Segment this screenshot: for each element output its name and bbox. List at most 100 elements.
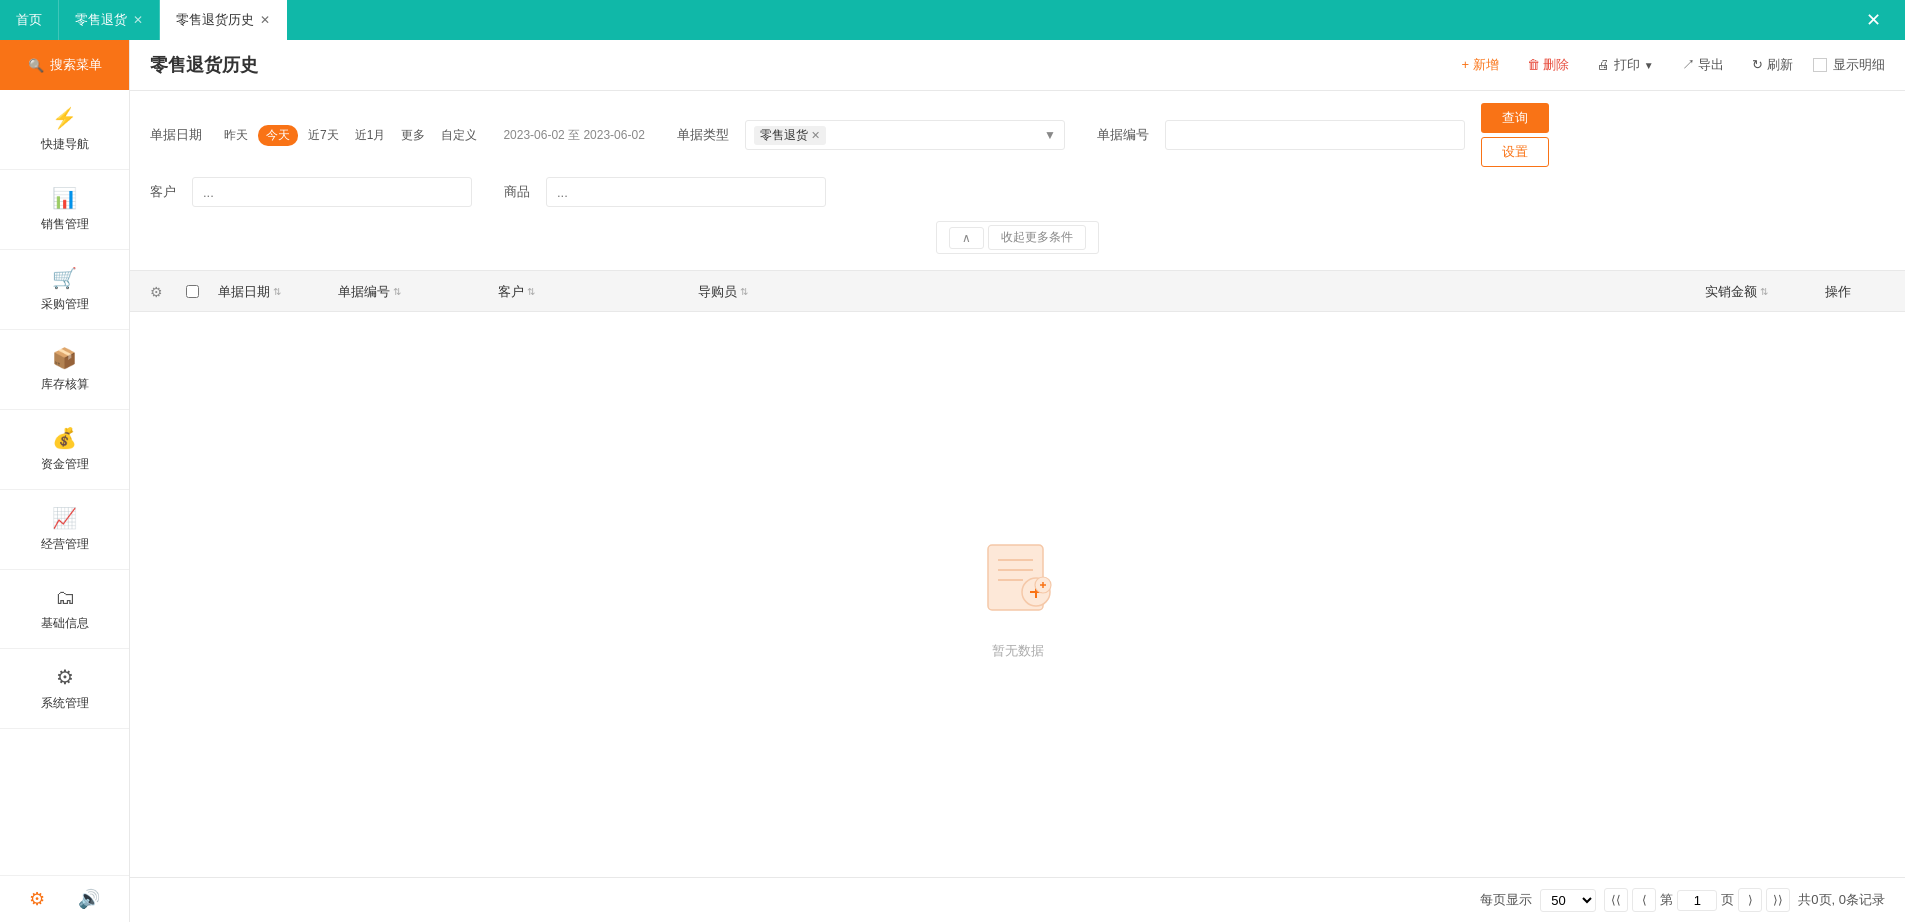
window-close-button[interactable]: ✕ <box>1858 5 1889 35</box>
sidebar-item-purchase[interactable]: 🛒 采购管理 <box>0 250 129 330</box>
collapse-label: 收起更多条件 <box>988 225 1086 250</box>
system-icon: ⚙ <box>56 665 74 689</box>
th-guide[interactable]: 导购员 ⇅ <box>690 283 1697 301</box>
customer-filter-label: 客户 <box>150 183 176 201</box>
top-bar-right: ✕ <box>1858 5 1905 35</box>
goods-filter-input[interactable] <box>546 177 826 207</box>
page-input[interactable] <box>1677 890 1717 911</box>
table-header: ⚙ 单据日期 ⇅ 单据编号 ⇅ 客户 ⇅ 导购员 <box>130 272 1905 312</box>
page-label: 第 <box>1660 891 1673 909</box>
sidebar-search[interactable]: 🔍 搜索菜单 <box>0 40 129 90</box>
date-btn-1month[interactable]: 近1月 <box>349 125 392 146</box>
sidebar-item-sales[interactable]: 📊 销售管理 <box>0 170 129 250</box>
sidebar-item-inventory-label: 库存核算 <box>41 376 89 393</box>
th-select-all[interactable] <box>174 285 210 298</box>
sidebar-item-sales-label: 销售管理 <box>41 216 89 233</box>
sidebar-item-quick-nav[interactable]: ⚡ 快捷导航 <box>0 90 129 170</box>
th-date[interactable]: 单据日期 ⇅ <box>210 283 330 301</box>
number-filter-input[interactable] <box>1165 120 1465 150</box>
sidebar-item-finance[interactable]: 💰 资金管理 <box>0 410 129 490</box>
sidebar: 🔍 搜索菜单 ⚡ 快捷导航 📊 销售管理 🛒 采购管理 📦 库存核算 💰 <box>0 40 130 922</box>
settings-footer-icon[interactable]: ⚙ <box>29 888 45 910</box>
top-bar: 首页 零售退货 ✕ 零售退货历史 ✕ ✕ <box>0 0 1905 40</box>
page-last-button[interactable]: ⟩⟩ <box>1766 888 1790 912</box>
page-size-select[interactable]: 50 100 200 <box>1540 889 1596 912</box>
table-footer: 每页显示 50 100 200 ⟨⟨ ⟨ 第 页 ⟩ ⟩⟩ 共0页, 0条记录 <box>130 877 1905 922</box>
print-button[interactable]: 🖨 打印 ▼ <box>1589 52 1662 78</box>
basic-info-icon: 🗂 <box>55 586 75 609</box>
th-customer-label: 客户 <box>498 283 524 301</box>
print-dropdown-icon: ▼ <box>1644 60 1654 71</box>
settings-icon: ⚙ <box>150 284 163 300</box>
th-date-sort: ⇅ <box>273 286 281 297</box>
sidebar-item-inventory[interactable]: 📦 库存核算 <box>0 330 129 410</box>
type-dropdown-arrow[interactable]: ▼ <box>1044 128 1056 142</box>
table-area: ⚙ 单据日期 ⇅ 单据编号 ⇅ 客户 ⇅ 导购员 <box>130 272 1905 877</box>
th-ops: 操作 <box>1817 283 1897 301</box>
tab-retail-return-history[interactable]: 零售退货历史 ✕ <box>160 0 287 40</box>
empty-text: 暂无数据 <box>992 642 1044 660</box>
select-all-checkbox[interactable] <box>186 285 199 298</box>
volume-footer-icon[interactable]: 🔊 <box>78 888 100 910</box>
date-btn-today[interactable]: 今天 <box>258 125 298 146</box>
refresh-button[interactable]: ↻ 刷新 <box>1744 52 1801 78</box>
customer-filter-input[interactable] <box>192 177 472 207</box>
tab-bar: 首页 零售退货 ✕ 零售退货历史 ✕ <box>0 0 1858 40</box>
page-total-label: 共0页, 0条记录 <box>1798 891 1885 909</box>
sidebar-items: ⚡ 快捷导航 📊 销售管理 🛒 采购管理 📦 库存核算 💰 资金管理 📈 <box>0 90 129 875</box>
date-btn-7days[interactable]: 近7天 <box>302 125 345 146</box>
th-customer-sort: ⇅ <box>527 286 535 297</box>
sidebar-item-operations[interactable]: 📈 经营管理 <box>0 490 129 570</box>
collapse-up-icon: ∧ <box>949 227 984 249</box>
th-amount[interactable]: 实销金额 ⇅ <box>1697 283 1817 301</box>
type-filter-label: 单据类型 <box>677 126 729 144</box>
page-prev-button[interactable]: ⟨ <box>1632 888 1656 912</box>
display-toggle[interactable]: 显示明细 <box>1813 56 1885 74</box>
date-btn-yesterday[interactable]: 昨天 <box>218 125 254 146</box>
tab-retail-return-history-close[interactable]: ✕ <box>260 13 270 27</box>
delete-button[interactable]: 🗑 删除 <box>1519 52 1578 78</box>
th-number[interactable]: 单据编号 ⇅ <box>330 283 490 301</box>
tab-retail-return[interactable]: 零售退货 ✕ <box>59 0 160 40</box>
export-button[interactable]: ↗ 导出 <box>1674 52 1733 78</box>
filter-row-1: 单据日期 昨天 今天 近7天 近1月 更多 自定义 2023-06-02 至 2… <box>150 103 1885 167</box>
new-button[interactable]: + 新增 <box>1453 52 1506 78</box>
empty-icon <box>968 530 1068 630</box>
tab-retail-return-history-label: 零售退货历史 <box>176 11 254 29</box>
filter-row-2: 客户 商品 <box>150 177 1885 207</box>
tab-retail-return-label: 零售退货 <box>75 11 127 29</box>
quick-nav-icon: ⚡ <box>52 106 77 130</box>
empty-state: 暂无数据 <box>130 312 1905 877</box>
date-btn-custom[interactable]: 自定义 <box>435 125 483 146</box>
type-tag-close[interactable]: ✕ <box>811 129 820 142</box>
query-button[interactable]: 查询 <box>1481 103 1549 133</box>
page-first-button[interactable]: ⟨⟨ <box>1604 888 1628 912</box>
sidebar-item-system[interactable]: ⚙ 系统管理 <box>0 649 129 729</box>
filter-collapse[interactable]: ∧ 收起更多条件 <box>150 217 1885 258</box>
display-checkbox[interactable] <box>1813 58 1827 72</box>
th-amount-sort: ⇅ <box>1760 286 1768 297</box>
date-filter-buttons: 昨天 今天 近7天 近1月 更多 自定义 <box>218 125 483 146</box>
content-area: 零售退货历史 + 新增 🗑 删除 🖨 打印 ▼ ↗ 导出 ↻ 刷新 显示明细 <box>130 40 1905 922</box>
th-number-label: 单据编号 <box>338 283 390 301</box>
type-tag-label: 零售退货 <box>760 127 808 144</box>
tab-retail-return-close[interactable]: ✕ <box>133 13 143 27</box>
page-next-button[interactable]: ⟩ <box>1738 888 1762 912</box>
sidebar-item-basic-info[interactable]: 🗂 基础信息 <box>0 570 129 649</box>
th-guide-sort: ⇅ <box>740 286 748 297</box>
sales-icon: 📊 <box>52 186 77 210</box>
sidebar-item-operations-label: 经营管理 <box>41 536 89 553</box>
page-title: 零售退货历史 <box>150 53 258 77</box>
filter-area: 单据日期 昨天 今天 近7天 近1月 更多 自定义 2023-06-02 至 2… <box>130 91 1905 271</box>
th-settings[interactable]: ⚙ <box>138 284 174 300</box>
th-amount-label: 实销金额 <box>1705 283 1757 301</box>
page-actions: + 新增 🗑 删除 🖨 打印 ▼ ↗ 导出 ↻ 刷新 显示明细 <box>1453 52 1885 78</box>
type-filter-input[interactable]: 零售退货 ✕ ▼ <box>745 120 1065 150</box>
page-header: 零售退货历史 + 新增 🗑 删除 🖨 打印 ▼ ↗ 导出 ↻ 刷新 显示明细 <box>130 40 1905 91</box>
tab-home[interactable]: 首页 <box>0 0 59 40</box>
th-customer[interactable]: 客户 ⇅ <box>490 283 690 301</box>
type-filter-tag: 零售退货 ✕ <box>754 126 826 145</box>
setting-button[interactable]: 设置 <box>1481 137 1549 167</box>
sidebar-item-system-label: 系统管理 <box>41 695 89 712</box>
date-btn-more[interactable]: 更多 <box>395 125 431 146</box>
